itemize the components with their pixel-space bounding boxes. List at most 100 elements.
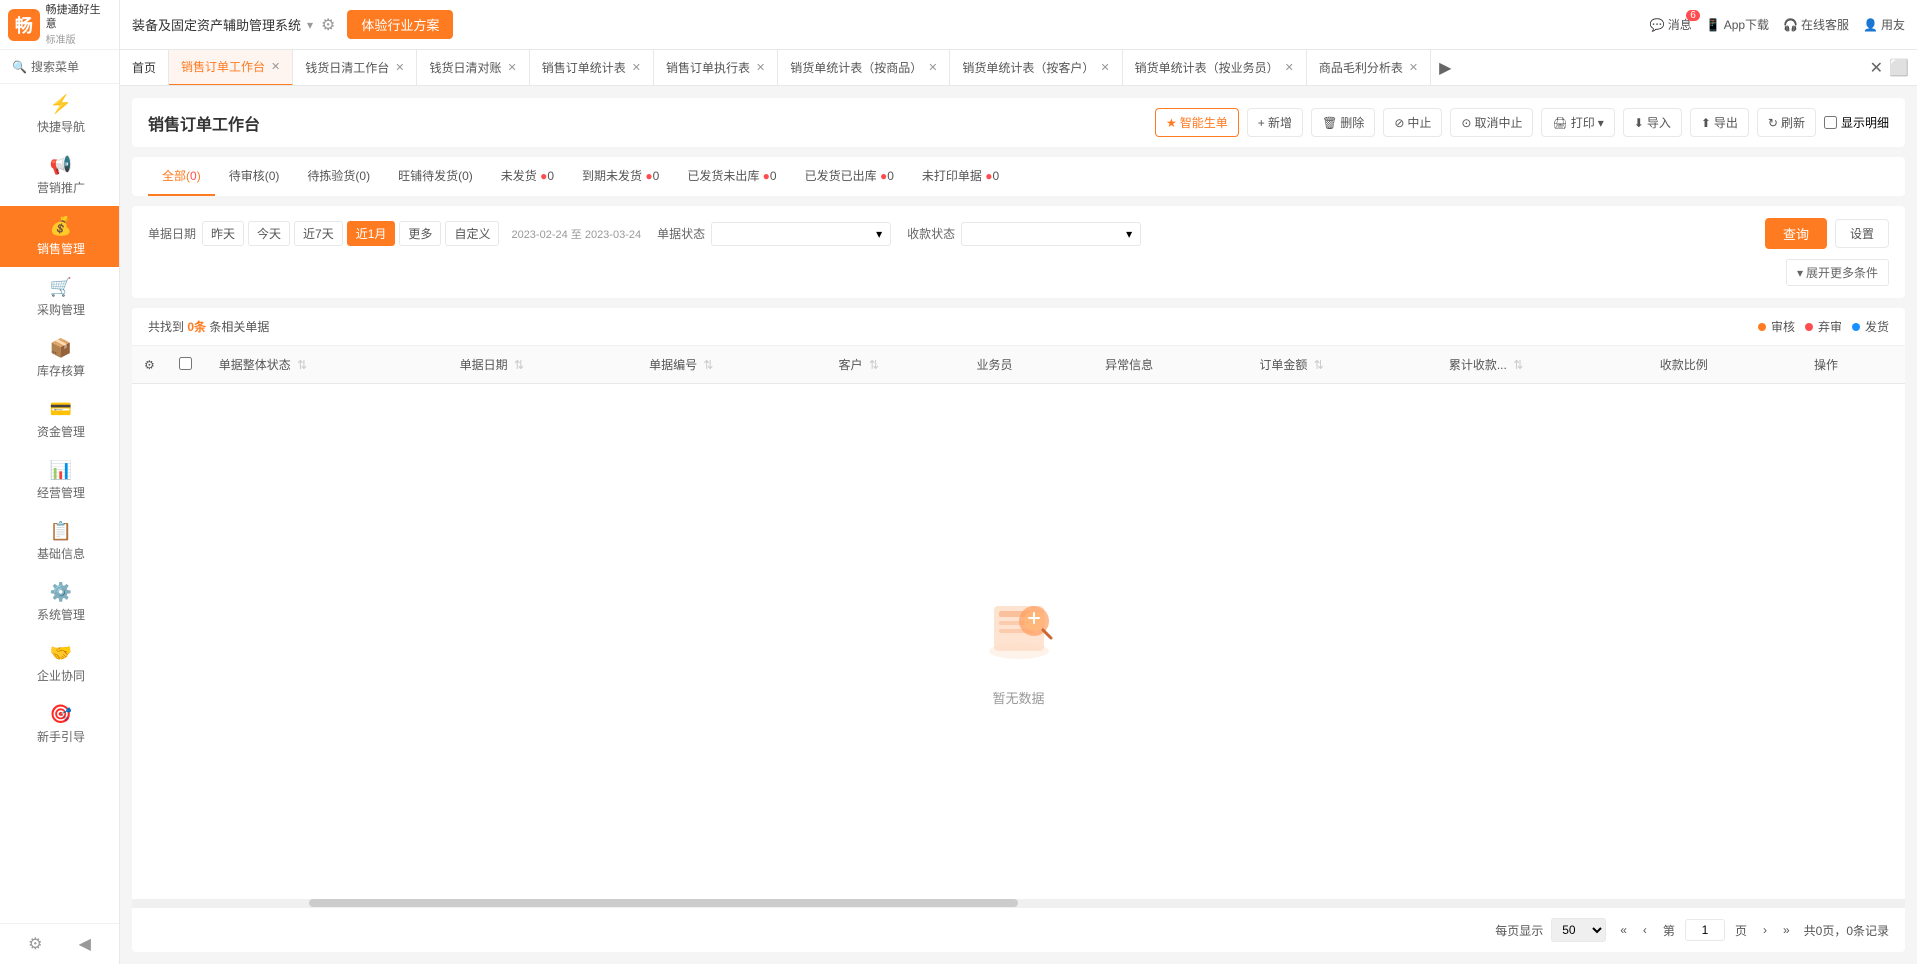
select-all-checkbox[interactable] [179, 357, 192, 370]
first-page-btn[interactable]: « [1614, 920, 1633, 940]
sidebar-item-qiye[interactable]: 🤝 企业协同 [0, 633, 119, 694]
tab-close-icon[interactable]: ✕ [395, 61, 404, 74]
col-number: 单据编号 ⇅ [637, 346, 826, 384]
tab-sales-exec[interactable]: 销售订单执行表 ✕ [654, 50, 778, 86]
tab-qian-huo-dui[interactable]: 钱货日清对账 ✕ [417, 50, 529, 86]
filter-tab-not-shipped[interactable]: 未发货 ●0 [487, 157, 568, 196]
col-staff: 业务员 [965, 346, 1094, 384]
date-yesterday[interactable]: 昨天 [202, 221, 244, 246]
page-input[interactable] [1685, 919, 1725, 941]
import-btn[interactable]: ⬇ 导入 [1623, 108, 1682, 137]
tab-sales-product[interactable]: 销货单统计表（按商品） ✕ [778, 50, 950, 86]
filter-tab-pending-check[interactable]: 待拣验货(0) [293, 157, 384, 196]
tab-sales-customer[interactable]: 销货单统计表（按客户） ✕ [950, 50, 1122, 86]
stop-btn[interactable]: ⊘ 中止 [1383, 108, 1442, 137]
sidebar-item-kucun[interactable]: 📦 库存核算 [0, 328, 119, 389]
search-menu[interactable]: 🔍 搜索菜单 [0, 50, 119, 84]
prev-page-btn[interactable]: ‹ [1637, 920, 1653, 940]
tab-close-icon[interactable]: ✕ [928, 61, 937, 74]
export-btn[interactable]: ⬆ 导出 [1690, 108, 1749, 137]
per-page-select[interactable]: 50 100 200 [1551, 918, 1606, 942]
date-1month[interactable]: 近1月 [347, 221, 396, 246]
sidebar: 畅 畅捷通好生意 标准版 🔍 搜索菜单 ⚡ 快捷导航 📢 营销推广 💰 销售管理… [0, 0, 120, 964]
tab-maximize-icon[interactable]: ⬜ [1889, 58, 1909, 78]
filter-tab-pending-audit[interactable]: 待审核(0) [215, 157, 294, 196]
tab-close-icon[interactable]: ✕ [632, 61, 641, 74]
print-btn[interactable]: 🖨 打印 ▾ [1541, 108, 1614, 137]
ai-btn[interactable]: ★ 智能生单 [1155, 108, 1239, 137]
set-btn[interactable]: 设置 [1835, 219, 1889, 248]
sidebar-item-jingying[interactable]: 📊 经营管理 [0, 450, 119, 511]
sort-icon[interactable]: ⇅ [514, 358, 524, 372]
collapse-icon[interactable]: ◀ [79, 934, 91, 954]
tab-close-icon[interactable]: ✕ [271, 60, 280, 73]
query-btn[interactable]: 查询 [1765, 218, 1827, 249]
topbar-gear-icon[interactable]: ⚙ [321, 15, 335, 35]
sidebar-item-caigou[interactable]: 🛒 采购管理 [0, 267, 119, 328]
filter-tab-not-printed[interactable]: 未打印单据 ●0 [908, 157, 1013, 196]
filter-tab-overdue[interactable]: 到期未发货 ●0 [568, 157, 673, 196]
date-7days[interactable]: 近7天 [294, 221, 343, 246]
filter-tab-all[interactable]: 全部(0) [148, 157, 215, 196]
settings-icon[interactable]: ⚙ [28, 934, 42, 954]
show-detail-input[interactable] [1824, 116, 1837, 129]
sidebar-item-xiaoshou[interactable]: 💰 销售管理 [0, 206, 119, 267]
date-today[interactable]: 今天 [248, 221, 290, 246]
show-detail-checkbox[interactable]: 显示明细 [1824, 114, 1889, 131]
next-page-btn[interactable]: › [1757, 920, 1773, 940]
date-more[interactable]: 更多 [399, 221, 441, 246]
message-icon: 💬 [1650, 18, 1665, 32]
last-page-btn[interactable]: » [1777, 920, 1796, 940]
sidebar-item-yingxiao[interactable]: 📢 营销推广 [0, 145, 119, 206]
ship-btn[interactable]: 发货 [1852, 318, 1889, 335]
message-btn[interactable]: 💬 消息 6 [1650, 16, 1692, 33]
sort-icon[interactable]: ⇅ [1314, 358, 1324, 372]
sort-icon[interactable]: ⇅ [1513, 358, 1523, 372]
user-btn[interactable]: 👤 用友 [1863, 16, 1905, 33]
cancel-stop-btn[interactable]: ⊙ 取消中止 [1450, 108, 1533, 137]
sort-icon[interactable]: ⇅ [703, 358, 713, 372]
status-select[interactable]: ▾ [711, 222, 891, 246]
tab-sales-staff[interactable]: 销货单统计表（按业务员） ✕ [1123, 50, 1307, 86]
tab-sales-order[interactable]: 销售订单工作台 ✕ [169, 50, 293, 86]
tab-close-icon[interactable]: ✕ [1285, 61, 1294, 74]
tab-close-icon[interactable]: ✕ [508, 61, 517, 74]
tab-profit-analysis[interactable]: 商品毛利分析表 ✕ [1307, 50, 1431, 86]
sort-icon[interactable]: ⇅ [869, 358, 879, 372]
tab-home[interactable]: 首页 [120, 50, 169, 86]
online-service-btn[interactable]: 🎧 在线客服 [1783, 16, 1849, 33]
app-download-btn[interactable]: 📱 App下载 [1706, 16, 1769, 33]
tab-next-btn[interactable]: ▶ [1431, 50, 1459, 86]
delete-btn[interactable]: 🗑 删除 [1311, 108, 1375, 137]
horizontal-scrollbar[interactable] [132, 899, 1905, 907]
sidebar-item-jichu[interactable]: 📋 基础信息 [0, 511, 119, 572]
expand-btn[interactable]: ▾ 展开更多条件 [1786, 259, 1889, 286]
topbar-title: 装备及固定资产辅助管理系统 [132, 15, 301, 34]
trial-btn[interactable]: 体验行业方案 [347, 10, 453, 39]
add-btn[interactable]: + 新增 [1247, 108, 1303, 137]
sidebar-item-kuaijie[interactable]: ⚡ 快捷导航 [0, 84, 119, 145]
sort-icon[interactable]: ⇅ [297, 358, 307, 372]
tab-close-all-icon[interactable]: ✕ [1870, 58, 1883, 78]
sidebar-item-zijin[interactable]: 💳 资金管理 [0, 389, 119, 450]
tab-close-icon[interactable]: ✕ [1409, 61, 1418, 74]
tab-sales-stat[interactable]: 销售订单统计表 ✕ [530, 50, 654, 86]
col-exception: 异常信息 [1093, 346, 1247, 384]
filter-tab-shipped-not-out[interactable]: 已发货未出库 ●0 [673, 157, 790, 196]
audit-btn[interactable]: 审核 [1758, 318, 1795, 335]
scrollbar-thumb[interactable] [309, 899, 1018, 907]
filter-tab-wangpu[interactable]: 旺铺待发货(0) [384, 157, 487, 196]
filter-tab-shipped-out[interactable]: 已发货已出库 ●0 [791, 157, 908, 196]
col-checkbox[interactable] [167, 346, 207, 384]
tab-close-icon[interactable]: ✕ [1100, 61, 1109, 74]
sidebar-item-xitong[interactable]: ⚙️ 系统管理 [0, 572, 119, 633]
date-custom[interactable]: 自定义 [445, 221, 499, 246]
tab-qian-huo-qing[interactable]: 钱货日清工作台 ✕ [293, 50, 417, 86]
refresh-btn[interactable]: ↻ 刷新 [1757, 108, 1816, 137]
sidebar-item-xinshou[interactable]: 🎯 新手引导 [0, 694, 119, 755]
tab-close-icon[interactable]: ✕ [756, 61, 765, 74]
receipt-select[interactable]: ▾ [961, 222, 1141, 246]
col-settings[interactable]: ⚙ [132, 346, 167, 384]
cancel-audit-btn[interactable]: 弃审 [1805, 318, 1842, 335]
import-icon: ⬇ [1634, 116, 1644, 130]
